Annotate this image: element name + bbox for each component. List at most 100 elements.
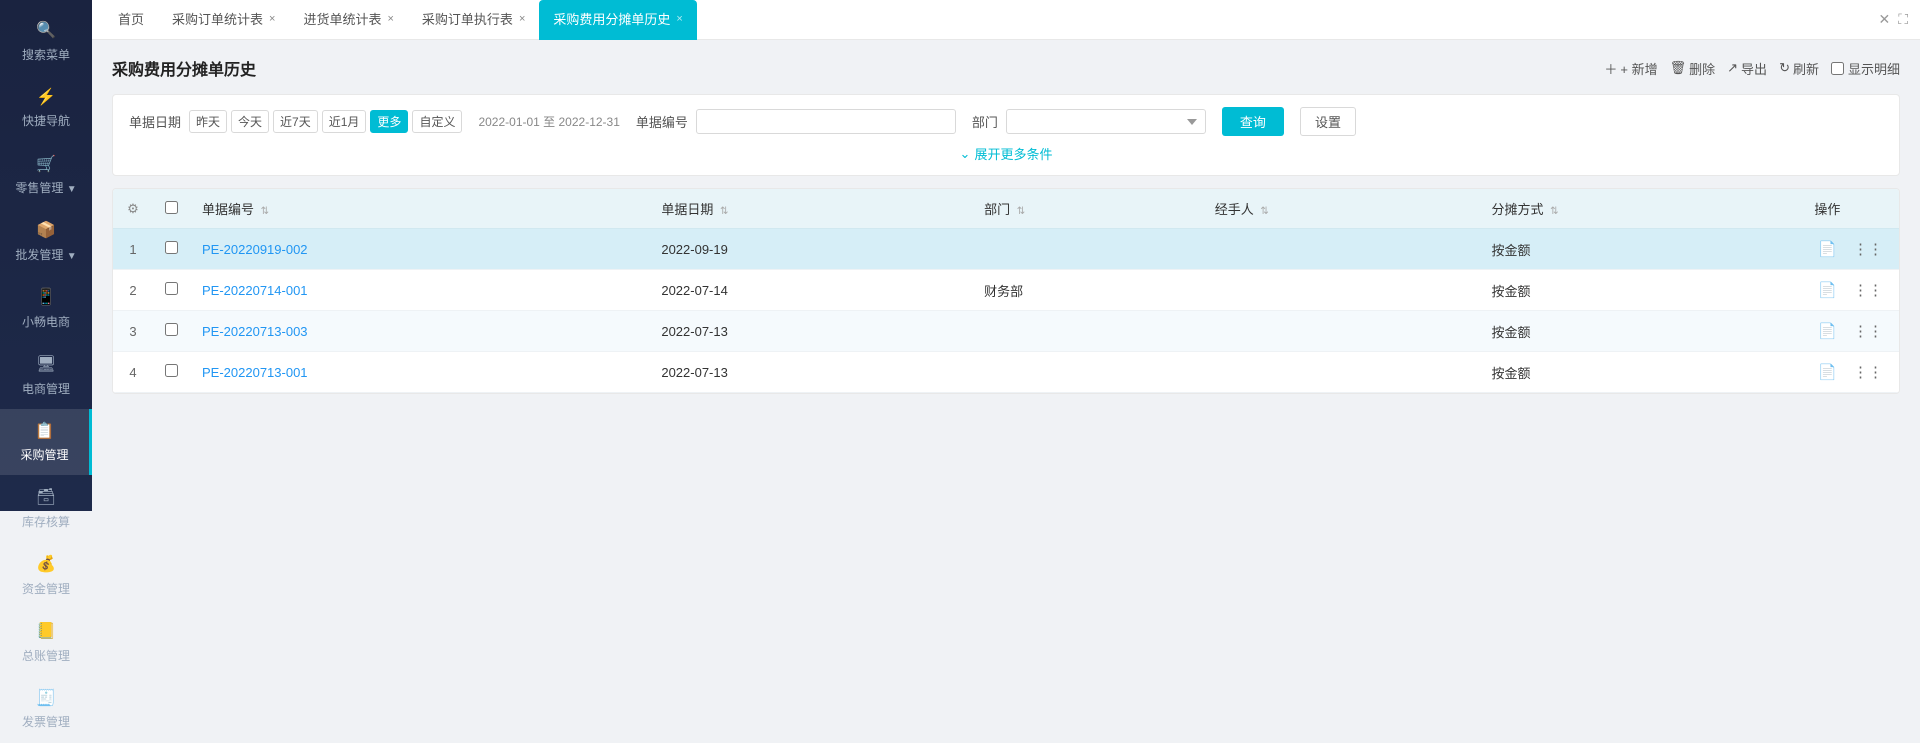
tab-bar: 首页 采购订单统计表 × 进货单统计表 × 采购订单执行表 × 采购费用分摊单历…	[92, 0, 1920, 40]
retail-icon: 🛒	[4, 152, 88, 178]
row-doc-date-3: 2022-07-13	[649, 352, 972, 393]
expand-more-btn[interactable]: ⌄ 展开更多条件	[129, 144, 1883, 163]
miniapp-icon: 📱	[4, 285, 88, 311]
row-select-3[interactable]	[165, 364, 178, 377]
row-checkbox-2	[153, 311, 190, 352]
sidebar-item-miniapp[interactable]: 📱 小畅电商	[0, 275, 92, 342]
col-actions: 操作	[1802, 189, 1899, 229]
query-button[interactable]: 查询	[1222, 107, 1284, 136]
row-view-icon-1[interactable]: 📄	[1814, 279, 1841, 301]
sidebar-item-ledger[interactable]: 📒 总账管理	[0, 609, 92, 676]
row-more-icon-1[interactable]: ⋮⋮	[1849, 279, 1887, 301]
col-split-method: 分摊方式 ⇅	[1479, 189, 1802, 229]
sidebar-item-ecommerce[interactable]: 🖥 电商管理	[0, 342, 92, 409]
maximize-icon[interactable]: ⛶	[1898, 11, 1908, 28]
row-more-icon-0[interactable]: ⋮⋮	[1849, 238, 1887, 260]
purchase-icon: 📋	[4, 419, 85, 445]
delete-button[interactable]: 🗑 删除	[1670, 59, 1716, 78]
doc-no-sort-icon[interactable]: ⇅	[261, 206, 269, 217]
table-body: 1 PE-20220919-002 2022-09-19 按金额 📄 ⋮⋮ 2	[113, 229, 1899, 393]
row-doc-no-0: PE-20220919-002	[190, 229, 649, 270]
doc-no-input[interactable]	[696, 109, 956, 134]
dept-sort-icon[interactable]: ⇅	[1017, 206, 1025, 217]
row-view-icon-0[interactable]: 📄	[1814, 238, 1841, 260]
row-doc-date-2: 2022-07-13	[649, 311, 972, 352]
date-btn-today[interactable]: 今天	[231, 110, 269, 133]
row-view-icon-2[interactable]: 📄	[1814, 320, 1841, 342]
doc-no-link-2[interactable]: PE-20220713-003	[202, 324, 308, 339]
row-doc-no-3: PE-20220713-001	[190, 352, 649, 393]
add-button[interactable]: ＋ + 新增	[1604, 59, 1657, 78]
date-btn-7days[interactable]: 近7天	[273, 110, 318, 133]
col-doc-date-label: 单据日期	[661, 202, 713, 217]
doc-no-link-3[interactable]: PE-20220713-001	[202, 365, 308, 380]
tab-home[interactable]: 首页	[104, 0, 158, 40]
sidebar-item-search[interactable]: 🔍 搜索菜单	[0, 8, 92, 75]
table-row: 2 PE-20220714-001 2022-07-14 财务部 按金额 📄 ⋮…	[113, 270, 1899, 311]
tab-close-inbound-summary[interactable]: ×	[387, 13, 393, 25]
settings-icon[interactable]: ⚙	[127, 201, 139, 216]
retail-arrow: ▼	[67, 184, 77, 195]
row-split-method-0: 按金额	[1479, 229, 1802, 270]
row-doc-date-1: 2022-07-14	[649, 270, 972, 311]
close-all-icon[interactable]: ✕	[1878, 11, 1890, 28]
tab-close-purchase-summary[interactable]: ×	[269, 13, 275, 25]
row-checkbox-1	[153, 270, 190, 311]
export-button[interactable]: ↗ 导出	[1727, 59, 1767, 78]
sidebar-item-purchase[interactable]: 📋 采购管理	[0, 409, 92, 476]
date-btn-more[interactable]: 更多	[370, 110, 408, 133]
show-cols-checkbox[interactable]	[1831, 62, 1844, 75]
row-num-2: 3	[113, 311, 153, 352]
split-method-sort-icon[interactable]: ⇅	[1550, 206, 1558, 217]
row-select-2[interactable]	[165, 323, 178, 336]
table-row: 3 PE-20220713-003 2022-07-13 按金额 📄 ⋮⋮	[113, 311, 1899, 352]
date-quick-buttons: 昨天 今天 近7天 近1月 更多 自定义	[189, 110, 462, 133]
sidebar-item-retail[interactable]: 🛒 零售管理 ▼	[0, 142, 92, 209]
set-button[interactable]: 设置	[1300, 107, 1356, 136]
table-row: 4 PE-20220713-001 2022-07-13 按金额 📄 ⋮⋮	[113, 352, 1899, 393]
row-split-method-3: 按金额	[1479, 352, 1802, 393]
dept-select[interactable]: 财务部	[1006, 109, 1206, 134]
data-table: ⚙ 单据编号 ⇅ 单据日期 ⇅	[113, 189, 1899, 393]
ledger-icon: 📒	[4, 619, 88, 645]
tab-inbound-summary[interactable]: 进货单统计表 ×	[289, 0, 407, 40]
tab-close-purchase-fee-history[interactable]: ×	[676, 13, 682, 25]
row-select-0[interactable]	[165, 241, 178, 254]
date-range-text: 2022-01-01 至 2022-12-31	[478, 113, 619, 130]
doc-date-sort-icon[interactable]: ⇅	[720, 206, 728, 217]
date-btn-yesterday[interactable]: 昨天	[189, 110, 227, 133]
row-handler-3	[1203, 352, 1480, 393]
row-num-1: 2	[113, 270, 153, 311]
page-content: 采购费用分摊单历史 ＋ + 新增 🗑 删除 ↗ 导出 ↻ 刷新	[92, 40, 1920, 511]
sidebar-item-quick[interactable]: ⚡ 快捷导航	[0, 75, 92, 142]
col-dept-label: 部门	[984, 202, 1010, 217]
chevron-down-icon: ⌄	[960, 146, 971, 162]
refresh-button[interactable]: ↻ 刷新	[1779, 59, 1819, 78]
row-select-1[interactable]	[165, 282, 178, 295]
sidebar-item-invoice[interactable]: 🧾 发票管理	[0, 676, 92, 743]
sidebar-item-inventory[interactable]: 🗃 库存核算	[0, 475, 92, 542]
tab-purchase-summary[interactable]: 采购订单统计表 ×	[158, 0, 289, 40]
select-all-checkbox[interactable]	[165, 201, 178, 214]
row-actions-1: 📄 ⋮⋮	[1802, 270, 1899, 311]
doc-no-link-1[interactable]: PE-20220714-001	[202, 283, 308, 298]
date-btn-custom[interactable]: 自定义	[412, 110, 462, 133]
sidebar-item-finance[interactable]: 💰 资金管理	[0, 542, 92, 609]
row-more-icon-2[interactable]: ⋮⋮	[1849, 320, 1887, 342]
date-btn-1month[interactable]: 近1月	[322, 110, 367, 133]
page-title: 采购费用分摊单历史	[112, 56, 256, 80]
filter-doc-no: 单据编号	[636, 109, 956, 134]
sidebar-item-wholesale[interactable]: 📦 批发管理 ▼	[0, 208, 92, 275]
tab-purchase-fee-history[interactable]: 采购费用分摊单历史 ×	[539, 0, 696, 40]
col-doc-no-label: 单据编号	[202, 202, 254, 217]
header-actions: ＋ + 新增 🗑 删除 ↗ 导出 ↻ 刷新 显示明细	[1604, 59, 1900, 78]
row-more-icon-3[interactable]: ⋮⋮	[1849, 361, 1887, 383]
row-checkbox-3	[153, 352, 190, 393]
filter-date: 单据日期 昨天 今天 近7天 近1月 更多 自定义	[129, 110, 462, 133]
handler-sort-icon[interactable]: ⇅	[1260, 206, 1268, 217]
row-view-icon-3[interactable]: 📄	[1814, 361, 1841, 383]
tab-purchase-exec[interactable]: 采购订单执行表 ×	[408, 0, 539, 40]
show-cols-checkbox-label[interactable]: 显示明细	[1831, 59, 1900, 78]
doc-no-link-0[interactable]: PE-20220919-002	[202, 242, 308, 257]
tab-close-purchase-exec[interactable]: ×	[519, 13, 525, 25]
